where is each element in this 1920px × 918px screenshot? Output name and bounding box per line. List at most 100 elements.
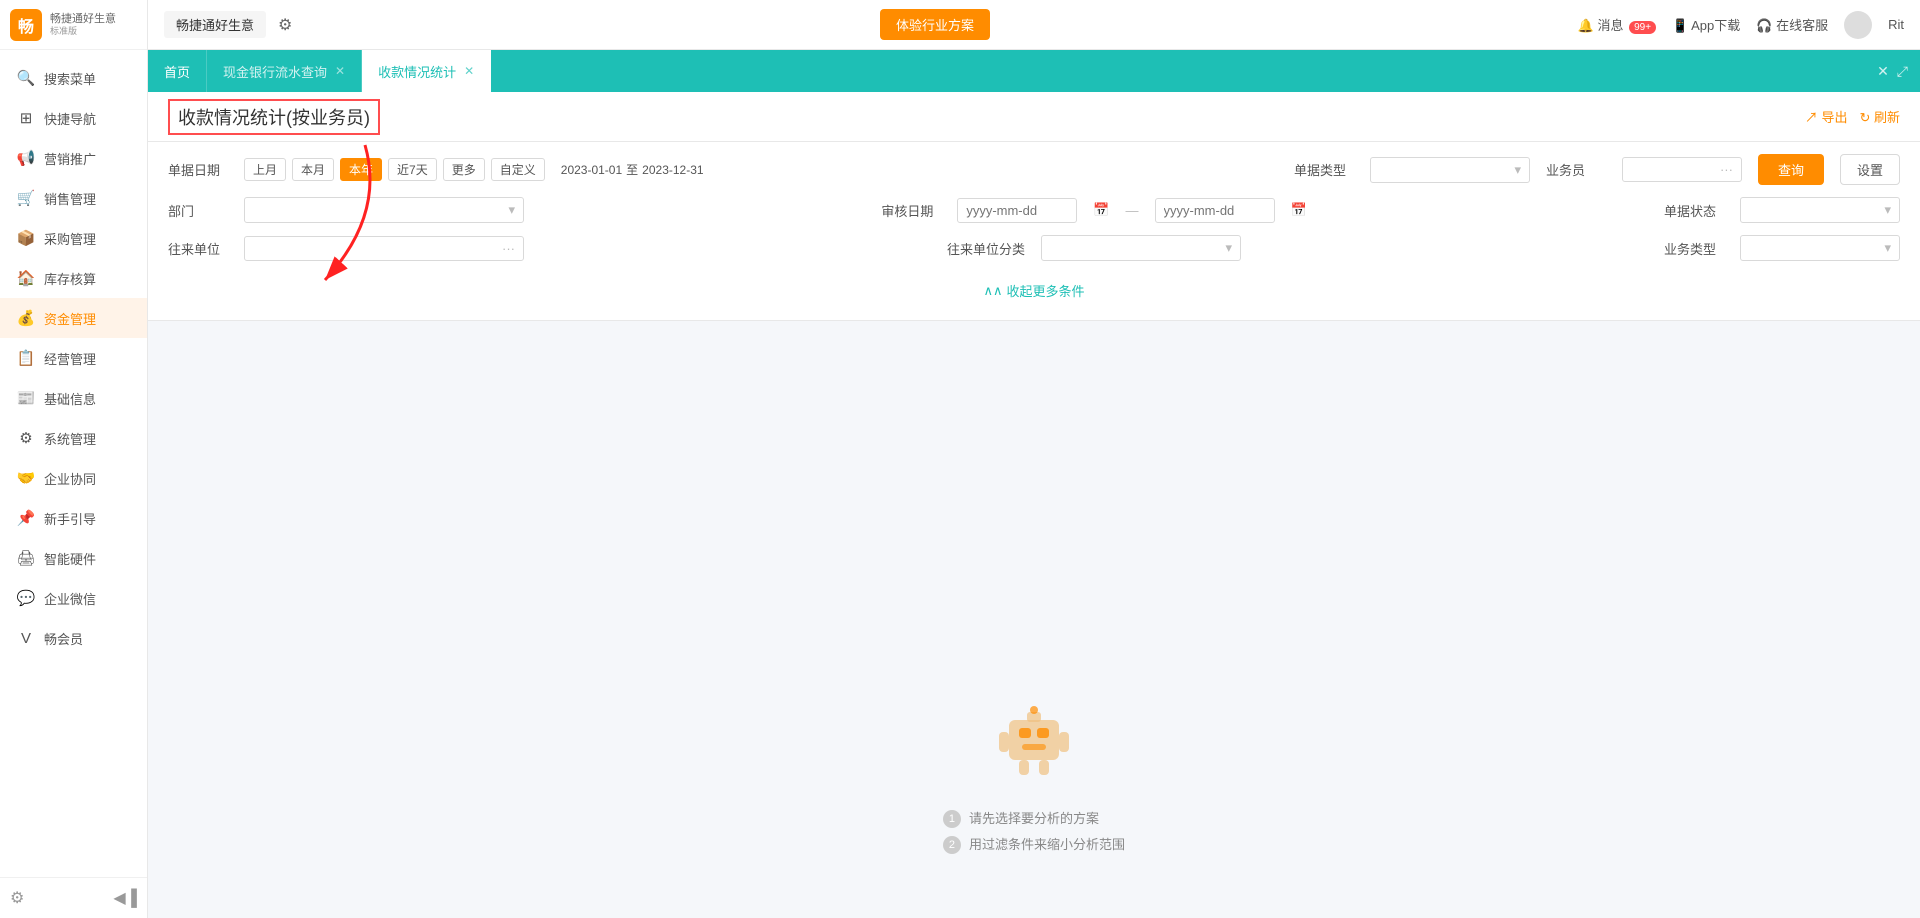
- sidebar-item-smart-hw[interactable]: 🖨 智能硬件: [0, 538, 147, 578]
- date-btn-this-year[interactable]: 本年: [340, 158, 382, 181]
- logo-line1: 畅捷通好生意: [50, 12, 116, 26]
- review-date-label: 审核日期: [881, 201, 941, 220]
- sidebar-logo: 畅 畅捷通好生意 标准版: [0, 0, 147, 50]
- bill-type-arrow: ▾: [1514, 162, 1521, 178]
- sidebar-item-inventory[interactable]: 🏠 库存核算: [0, 258, 147, 298]
- empty-tip-1: 1 请先选择要分析的方案: [943, 806, 1125, 832]
- tab-bank-flow[interactable]: 现金银行流水查询 ✕: [207, 50, 362, 92]
- review-date-dash: —: [1126, 203, 1139, 218]
- sidebar-item-search[interactable]: 🔍 搜索菜单: [0, 58, 147, 98]
- sidebar-nav: 🔍 搜索菜单 ⊞ 快捷导航 📢 营销推广 🛒 销售管理 📦 采购管理 🏠 库存核…: [0, 50, 147, 877]
- sidebar-item-basic-info[interactable]: 📰 基础信息: [0, 378, 147, 418]
- date-btn-7days[interactable]: 近7天: [388, 158, 437, 181]
- bill-status-select[interactable]: ▾: [1740, 197, 1900, 223]
- sidebar-collapse-icon[interactable]: ◀▐: [113, 888, 137, 908]
- settings-icon[interactable]: ⚙: [278, 15, 292, 35]
- date-btn-more[interactable]: 更多: [443, 158, 485, 181]
- bill-status-label: 单据状态: [1664, 201, 1724, 220]
- review-date-end-input[interactable]: [1155, 198, 1275, 223]
- sidebar-item-operation[interactable]: 📋 经营管理: [0, 338, 147, 378]
- tab-collection-stats-close[interactable]: ✕: [464, 64, 474, 78]
- sidebar-item-corp-coop[interactable]: 🤝 企业协同: [0, 458, 147, 498]
- bill-type-label: 单据类型: [1294, 160, 1354, 179]
- date-range: 2023-01-01 至 2023-12-31: [561, 161, 704, 178]
- biz-type-select[interactable]: ▾: [1740, 235, 1900, 261]
- sidebar-item-corp-wechat[interactable]: 💬 企业微信: [0, 578, 147, 618]
- grid-icon: ⊞: [16, 108, 36, 128]
- biz-type-label: 业务类型: [1664, 239, 1724, 258]
- tip-text-1: 请先选择要分析的方案: [969, 806, 1099, 832]
- handshake-icon: 🤝: [16, 468, 36, 488]
- tip-number-2: 2: [943, 836, 961, 854]
- tab-close-all-icon[interactable]: ✕: [1877, 63, 1889, 80]
- date-btn-custom[interactable]: 自定义: [491, 158, 545, 181]
- sidebar-item-marketing[interactable]: 📢 营销推广: [0, 138, 147, 178]
- logo-line2: 标准版: [50, 26, 116, 38]
- tab-bar-right: ✕ ⤢: [1865, 50, 1920, 92]
- page-wrapper: 收款情况统计(按业务员) ↗ 导出 ↻ 刷新 单据日期 上月 本月 本年 近7天…: [148, 92, 1920, 918]
- salesperson-select[interactable]: ···: [1622, 157, 1742, 182]
- partner-category-arrow: ▾: [1225, 240, 1232, 256]
- tab-bank-flow-close[interactable]: ✕: [335, 64, 345, 78]
- box-icon: 📦: [16, 228, 36, 248]
- main-area: 畅捷通好生意 ⚙ 体验行业方案 🔔 消息 99+ 📱 App下载 🎧 在线客服 …: [148, 0, 1920, 918]
- date-shortcuts: 上月 本月 本年 近7天 更多 自定义: [244, 158, 545, 181]
- home-icon: 🏠: [16, 268, 36, 288]
- date-end: 2023-12-31: [642, 163, 703, 177]
- sidebar-footer: ⚙ ◀▐: [0, 877, 147, 918]
- header-right: 🔔 消息 99+ 📱 App下载 🎧 在线客服 Rit: [1578, 11, 1904, 39]
- sidebar-item-system[interactable]: ⚙ 系统管理: [0, 418, 147, 458]
- salesperson-arrow: ···: [1720, 162, 1733, 177]
- settings-button[interactable]: 设置: [1840, 154, 1900, 185]
- cart-icon: 🛒: [16, 188, 36, 208]
- tab-collection-stats[interactable]: 收款情况统计 ✕: [362, 50, 491, 92]
- partner-category-select[interactable]: ▾: [1041, 235, 1241, 261]
- gear-icon: ⚙: [16, 428, 36, 448]
- empty-tip-2: 2 用过滤条件来缩小分析范围: [943, 832, 1125, 858]
- review-date-icon2: 📅: [1291, 202, 1307, 218]
- page-title: 收款情况统计(按业务员): [168, 99, 380, 135]
- tip-text-2: 用过滤条件来缩小分析范围: [969, 832, 1125, 858]
- sidebar-item-quick-nav[interactable]: ⊞ 快捷导航: [0, 98, 147, 138]
- date-label: 单据日期: [168, 160, 228, 179]
- online-service[interactable]: 🎧 在线客服: [1756, 15, 1828, 34]
- query-button[interactable]: 查询: [1758, 154, 1824, 185]
- filter-panel: 单据日期 上月 本月 本年 近7天 更多 自定义 2023-01-01 至 20…: [148, 142, 1920, 321]
- notification-label: 消息: [1597, 18, 1623, 33]
- sidebar-item-finance[interactable]: 💰 资金管理: [0, 298, 147, 338]
- biz-type-arrow: ▾: [1884, 240, 1891, 256]
- tab-home[interactable]: 首页: [148, 50, 207, 92]
- search-icon: 🔍: [16, 68, 36, 88]
- empty-illustration: 1 请先选择要分析的方案 2 用过滤条件来缩小分析范围: [943, 690, 1125, 858]
- tab-expand-icon[interactable]: ⤢: [1897, 63, 1908, 80]
- partner-select[interactable]: ···: [244, 236, 524, 261]
- sidebar-item-guide[interactable]: 📌 新手引导: [0, 498, 147, 538]
- avatar[interactable]: [1844, 11, 1872, 39]
- sidebar-item-purchase[interactable]: 📦 采购管理: [0, 218, 147, 258]
- partner-category-label: 往来单位分类: [947, 239, 1025, 258]
- app-download[interactable]: 📱 App下载: [1672, 15, 1740, 34]
- refresh-button[interactable]: ↻ 刷新: [1859, 107, 1900, 126]
- date-btn-last-month[interactable]: 上月: [244, 158, 286, 181]
- sidebar-item-member[interactable]: V 畅会员: [0, 618, 147, 658]
- dept-select[interactable]: ▾: [244, 197, 524, 223]
- sidebar-item-sales[interactable]: 🛒 销售管理: [0, 178, 147, 218]
- top-header: 畅捷通好生意 ⚙ 体验行业方案 🔔 消息 99+ 📱 App下载 🎧 在线客服 …: [148, 0, 1920, 50]
- export-button[interactable]: ↗ 导出: [1805, 107, 1848, 126]
- notification-area[interactable]: 🔔 消息 99+: [1578, 15, 1656, 34]
- tab-bank-flow-label: 现金银行流水查询: [223, 62, 327, 81]
- printer-icon: 🖨: [16, 548, 36, 568]
- logo-text: 畅捷通好生意 标准版: [50, 12, 116, 38]
- page-title-bar: 收款情况统计(按业务员) ↗ 导出 ↻ 刷新: [148, 92, 1920, 142]
- tab-collection-stats-label: 收款情况统计: [378, 62, 456, 81]
- trial-button[interactable]: 体验行业方案: [880, 9, 990, 40]
- sidebar-settings-icon[interactable]: ⚙: [10, 888, 24, 908]
- chat-icon: 💬: [16, 588, 36, 608]
- bill-type-select[interactable]: ▾: [1370, 157, 1530, 183]
- date-btn-this-month[interactable]: 本月: [292, 158, 334, 181]
- collapse-button[interactable]: ∧∧ 收起更多条件: [168, 273, 1900, 308]
- review-date-start-input[interactable]: [957, 198, 1077, 223]
- clipboard-icon: 📋: [16, 348, 36, 368]
- content-area: 收款情况统计(按业务员) ↗ 导出 ↻ 刷新 单据日期 上月 本月 本年 近7天…: [148, 92, 1920, 918]
- filter-row-partner: 往来单位 ··· 往来单位分类 ▾ 业务类型 ▾: [168, 235, 1900, 261]
